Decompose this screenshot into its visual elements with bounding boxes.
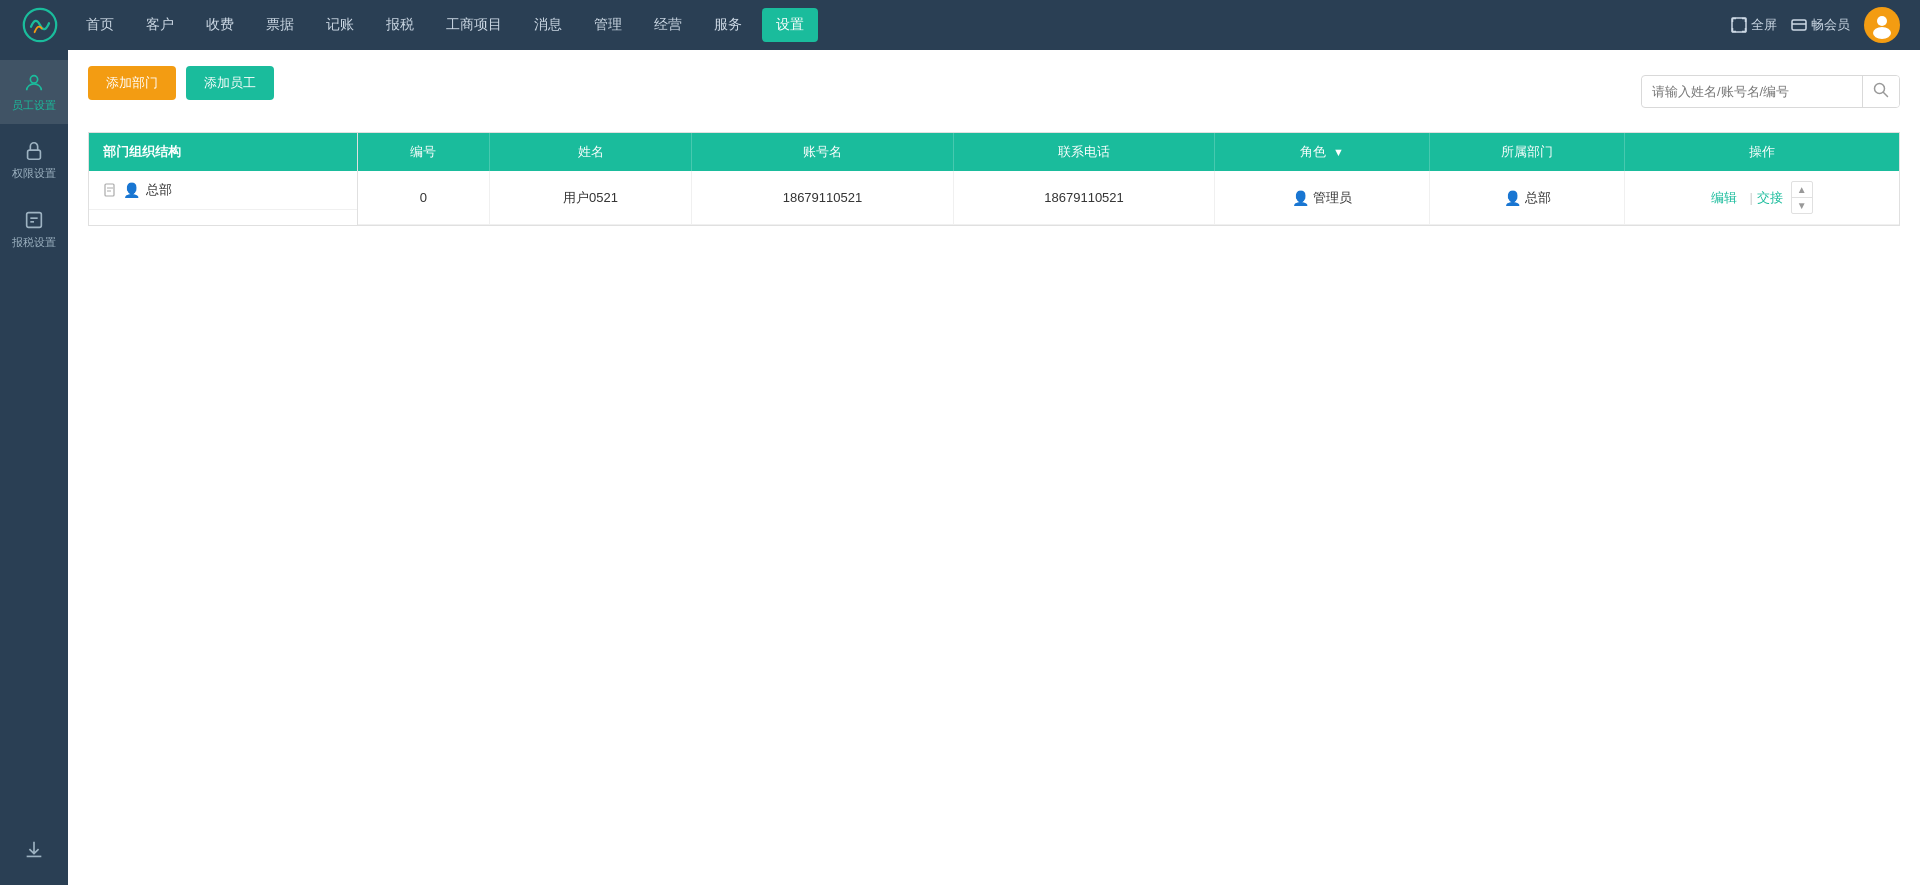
logo (10, 0, 70, 50)
svg-point-6 (30, 76, 37, 83)
svg-rect-1 (1732, 18, 1746, 32)
nav-operation[interactable]: 经营 (638, 0, 698, 50)
svg-rect-8 (27, 212, 42, 227)
sidebar-employee-label: 员工设置 (12, 98, 56, 112)
cell-account: 18679110521 (692, 171, 954, 225)
sidebar-item-employee[interactable]: 员工设置 (0, 60, 68, 124)
edit-button[interactable]: 编辑 (1711, 189, 1737, 207)
sidebar-taxsettings-label: 报税设置 (12, 235, 56, 249)
scroll-down-btn[interactable]: ▼ (1792, 198, 1812, 213)
dept-tree-item[interactable]: 👤 总部 (89, 171, 357, 210)
col-header-dept: 所属部门 (1429, 133, 1624, 171)
search-button[interactable] (1862, 76, 1899, 107)
membership-btn[interactable]: 畅会员 (1791, 16, 1850, 34)
cell-dept: 👤 总部 (1429, 171, 1624, 225)
nav-menu: 首页 客户 收费 票据 记账 报税 工商项目 消息 管理 经营 服务 设置 (70, 0, 1731, 50)
col-header-phone: 联系电话 (953, 133, 1215, 171)
dept-name-cell: 总部 (1525, 189, 1551, 207)
svg-point-4 (1877, 16, 1887, 26)
col-header-account: 账号名 (692, 133, 954, 171)
col-header-id: 编号 (358, 133, 489, 171)
scroll-up-btn[interactable]: ▲ (1792, 182, 1812, 198)
add-dept-button[interactable]: 添加部门 (88, 66, 176, 100)
role-user-icon: 👤 (1292, 190, 1309, 206)
nav-service[interactable]: 服务 (698, 0, 758, 50)
membership-label: 畅会员 (1811, 16, 1850, 34)
nav-right-actions: 全屏 畅会员 (1731, 7, 1900, 43)
table-row: 0 用户0521 18679110521 18679110521 👤 管理员 (358, 171, 1899, 225)
cell-role: 👤 管理员 (1215, 171, 1430, 225)
transfer-button[interactable]: 交接 (1757, 189, 1783, 207)
fullscreen-label: 全屏 (1751, 16, 1777, 34)
add-emp-button[interactable]: 添加员工 (186, 66, 274, 100)
top-nav: 首页 客户 收费 票据 记账 报税 工商项目 消息 管理 经营 服务 设置 全屏 (0, 0, 1920, 50)
col-header-role[interactable]: 角色 ▼ (1215, 133, 1430, 171)
svg-line-12 (1884, 92, 1888, 96)
nav-settings[interactable]: 设置 (762, 8, 818, 42)
file-icon (103, 183, 117, 197)
dept-name: 总部 (146, 181, 172, 199)
avatar[interactable] (1864, 7, 1900, 43)
nav-home[interactable]: 首页 (70, 0, 130, 50)
svg-rect-2 (1792, 20, 1806, 30)
sidebar-permission-label: 权限设置 (12, 166, 56, 180)
svg-point-5 (1873, 27, 1891, 39)
sidebar-download-btn[interactable] (0, 827, 68, 873)
role-filter-icon: ▼ (1333, 146, 1344, 158)
fullscreen-btn[interactable]: 全屏 (1731, 16, 1777, 34)
dept-tree-header: 部门组织结构 (89, 133, 357, 171)
dept-user-icon: 👤 (123, 182, 140, 198)
nav-message[interactable]: 消息 (518, 0, 578, 50)
nav-accounting[interactable]: 记账 (310, 0, 370, 50)
nav-client[interactable]: 客户 (130, 0, 190, 50)
cell-name: 用户0521 (489, 171, 691, 225)
cell-id: 0 (358, 171, 489, 225)
nav-manage[interactable]: 管理 (578, 0, 638, 50)
table-wrapper: 部门组织结构 👤 总部 编号 姓名 (88, 132, 1900, 226)
nav-billing[interactable]: 收费 (190, 0, 250, 50)
svg-rect-7 (28, 150, 41, 159)
cell-phone: 18679110521 (953, 171, 1215, 225)
nav-invoice[interactable]: 票据 (250, 0, 310, 50)
sidebar-item-taxsettings[interactable]: 报税设置 (0, 197, 68, 261)
nav-business[interactable]: 工商项目 (430, 0, 518, 50)
toolbar-btn-group: 添加部门 添加员工 (88, 66, 274, 100)
dept-tree: 部门组织结构 👤 总部 (88, 132, 358, 226)
sidebar: 员工设置 权限设置 报税设置 (0, 50, 68, 885)
sidebar-bottom (0, 827, 68, 885)
main-layout: 员工设置 权限设置 报税设置 (0, 50, 1920, 885)
employee-table: 编号 姓名 账号名 联系电话 角色 ▼ 所属部门 操作 (358, 132, 1900, 226)
search-input[interactable] (1642, 78, 1862, 105)
col-header-action: 操作 (1625, 133, 1899, 171)
search-icon (1873, 82, 1889, 98)
cell-actions: 编辑 | 交接 ▲ ▼ (1625, 171, 1899, 224)
content-area: 添加部门 添加员工 部门组织结构 (68, 50, 1920, 885)
col-header-name: 姓名 (489, 133, 691, 171)
sidebar-item-permission[interactable]: 权限设置 (0, 128, 68, 192)
role-name: 管理员 (1313, 189, 1352, 207)
svg-rect-13 (105, 184, 114, 196)
dept-user-icon: 👤 (1504, 190, 1521, 206)
nav-tax[interactable]: 报税 (370, 0, 430, 50)
